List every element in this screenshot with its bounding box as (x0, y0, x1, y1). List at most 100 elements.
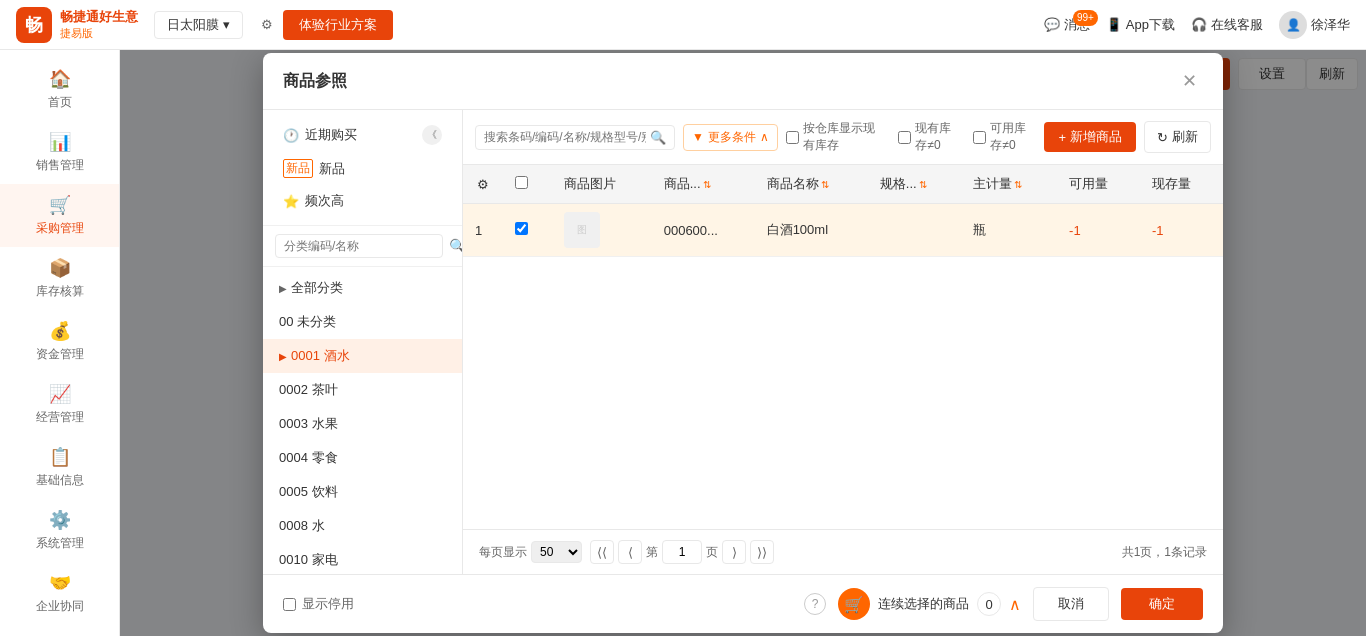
modal-header: 商品参照 ✕ (263, 53, 1223, 110)
collapse-cart-icon[interactable]: ∧ (1009, 595, 1021, 614)
finance-icon: 💰 (49, 320, 71, 342)
product-search-input[interactable] (484, 130, 646, 144)
more-filter-button[interactable]: ▼ 更多条件 ∧ (683, 124, 778, 151)
category-0002[interactable]: 0002 茶叶 (263, 373, 462, 407)
product-table-container: ⚙ 商品图片 商品...⇅ (463, 165, 1223, 529)
add-product-button[interactable]: + 新增商品 (1044, 122, 1136, 152)
page-size-select: 每页显示 50 100 (479, 541, 582, 563)
category-0010[interactable]: 0010 家电 (263, 543, 462, 574)
category-0001[interactable]: ▶ 0001 酒水 (263, 339, 462, 373)
filter-icon: ▼ (692, 130, 704, 144)
first-page-button[interactable]: ⟨⟨ (590, 540, 614, 564)
page-size-dropdown[interactable]: 50 100 (531, 541, 582, 563)
category-list: ▶ 全部分类 00 未分类 ▶ 0001 酒水 0002 茶 (263, 267, 462, 574)
store-selector[interactable]: 日太阳膜 ▾ (154, 11, 243, 39)
checkbox-nonzero-available[interactable]: 可用库存≠0 (973, 120, 1036, 154)
quick-new-products[interactable]: 新品 新品 (275, 152, 450, 185)
logo-text: 畅捷通好生意 捷易版 (60, 8, 138, 41)
product-table: ⚙ 商品图片 商品...⇅ (463, 165, 1223, 257)
category-0005[interactable]: 0005 饮料 (263, 475, 462, 509)
th-code[interactable]: 商品...⇅ (652, 165, 755, 204)
quick-recent-purchase[interactable]: 🕐 近期购买 《 (275, 118, 450, 152)
th-settings[interactable]: ⚙ (463, 165, 503, 204)
cancel-button[interactable]: 取消 (1033, 587, 1109, 621)
category-0008[interactable]: 0008 水 (263, 509, 462, 543)
quick-access-section: 🕐 近期购买 《 新品 新品 ⭐ 频次高 (263, 110, 462, 226)
sidebar-item-enterprise[interactable]: 🤝 企业协同 (0, 562, 119, 625)
toolbar: 🔍 ▼ 更多条件 ∧ 按仓库显示现有库存 (463, 110, 1223, 165)
show-disabled-input[interactable] (283, 598, 296, 611)
mobile-icon: 📱 (1106, 17, 1122, 32)
category-00[interactable]: 00 未分类 (263, 305, 462, 339)
select-all-checkbox[interactable] (515, 176, 528, 189)
sidebar-item-inventory[interactable]: 📦 库存核算 (0, 247, 119, 310)
row-stock: -1 (1140, 204, 1223, 257)
sidebar-item-sales[interactable]: 📊 销售管理 (0, 121, 119, 184)
category-search-icon[interactable]: 🔍 (449, 238, 463, 254)
checkbox-nonzero-stock[interactable]: 现有库存≠0 (898, 120, 961, 154)
refresh-button[interactable]: ↻ 刷新 (1144, 121, 1211, 153)
logo-icon: 畅 (16, 7, 52, 43)
collapse-button[interactable]: 《 (422, 125, 442, 145)
row-select-checkbox[interactable] (515, 222, 528, 235)
app-download-button[interactable]: 📱 App下载 (1106, 16, 1175, 34)
star-icon: ⭐ (283, 194, 299, 209)
search-icon[interactable]: 🔍 (650, 130, 666, 145)
active-arrow-icon: ▶ (279, 351, 287, 362)
user-menu[interactable]: 👤 徐泽华 (1279, 11, 1350, 39)
checkbox-nonzero-available-input[interactable] (973, 131, 986, 144)
expand-icon: ▶ (279, 283, 287, 294)
operation-icon: 📈 (49, 383, 71, 405)
category-0003[interactable]: 0003 水果 (263, 407, 462, 441)
main-content: 刷新 查询 设置 商品参照 ✕ 🕐 (120, 50, 1366, 636)
clock-icon: 🕐 (283, 128, 299, 143)
category-0004[interactable]: 0004 零食 (263, 441, 462, 475)
prev-page-button[interactable]: ⟨ (618, 540, 642, 564)
modal-close-button[interactable]: ✕ (1175, 67, 1203, 95)
cart-count: 0 (977, 592, 1001, 616)
message-button[interactable]: 💬 消息 99+ (1044, 16, 1090, 34)
message-icon: 💬 (1044, 17, 1060, 32)
product-search-bar: 🔍 (475, 125, 675, 150)
category-search-input[interactable] (275, 234, 443, 258)
message-badge: 99+ (1073, 10, 1098, 26)
sidebar-item-system[interactable]: ⚙️ 系统管理 (0, 499, 119, 562)
plus-icon: + (1058, 130, 1066, 145)
checkbox-nonzero-stock-input[interactable] (898, 131, 911, 144)
help-icon[interactable]: ? (804, 593, 826, 615)
cart-icon[interactable]: 🛒 (838, 588, 870, 620)
experience-button[interactable]: 体验行业方案 (283, 10, 393, 40)
online-service-button[interactable]: 🎧 在线客服 (1191, 16, 1263, 34)
confirm-button[interactable]: 确定 (1121, 588, 1203, 620)
sidebar-item-guide[interactable]: 🎯 新手引导 (0, 625, 119, 636)
last-page-button[interactable]: ⟩⟩ (750, 540, 774, 564)
checkbox-show-stock-input[interactable] (786, 131, 799, 144)
logo-area: 畅 畅捷通好生意 捷易版 (16, 7, 138, 43)
sidebar: 🏠 首页 📊 销售管理 🛒 采购管理 📦 库存核算 💰 资金管理 📈 经营管理 … (0, 50, 120, 636)
product-reference-modal: 商品参照 ✕ 🕐 近期购买 《 (263, 53, 1223, 633)
table-header-row: ⚙ 商品图片 商品...⇅ (463, 165, 1223, 204)
row-num: 1 (463, 204, 503, 257)
modal-body: 🕐 近期购买 《 新品 新品 ⭐ 频次高 (263, 110, 1223, 574)
th-name[interactable]: 商品名称⇅ (755, 165, 868, 204)
sidebar-item-home[interactable]: 🏠 首页 (0, 58, 119, 121)
th-unit[interactable]: 主计量⇅ (961, 165, 1057, 204)
row-name: 白酒100ml (755, 204, 868, 257)
gear-icon[interactable]: ⚙ (251, 9, 283, 41)
show-disabled-checkbox[interactable]: 显示停用 (283, 595, 354, 613)
page-number-input[interactable] (662, 540, 702, 564)
category-all[interactable]: ▶ 全部分类 (263, 271, 462, 305)
checkbox-show-stock[interactable]: 按仓库显示现有库存 (786, 120, 887, 154)
th-spec[interactable]: 规格...⇅ (868, 165, 961, 204)
sidebar-item-finance[interactable]: 💰 资金管理 (0, 310, 119, 373)
quick-high-frequency[interactable]: ⭐ 频次高 (275, 185, 450, 217)
sidebar-item-basic[interactable]: 📋 基础信息 (0, 436, 119, 499)
table-row[interactable]: 1 图 000600... 白酒100ml (463, 204, 1223, 257)
pagination: 每页显示 50 100 ⟨⟨ ⟨ 第 (463, 529, 1223, 574)
next-page-button[interactable]: ⟩ (722, 540, 746, 564)
sidebar-item-operation[interactable]: 📈 经营管理 (0, 373, 119, 436)
row-available: -1 (1057, 204, 1140, 257)
sidebar-item-purchase[interactable]: 🛒 采购管理 (0, 184, 119, 247)
user-avatar: 👤 (1279, 11, 1307, 39)
system-icon: ⚙️ (49, 509, 71, 531)
